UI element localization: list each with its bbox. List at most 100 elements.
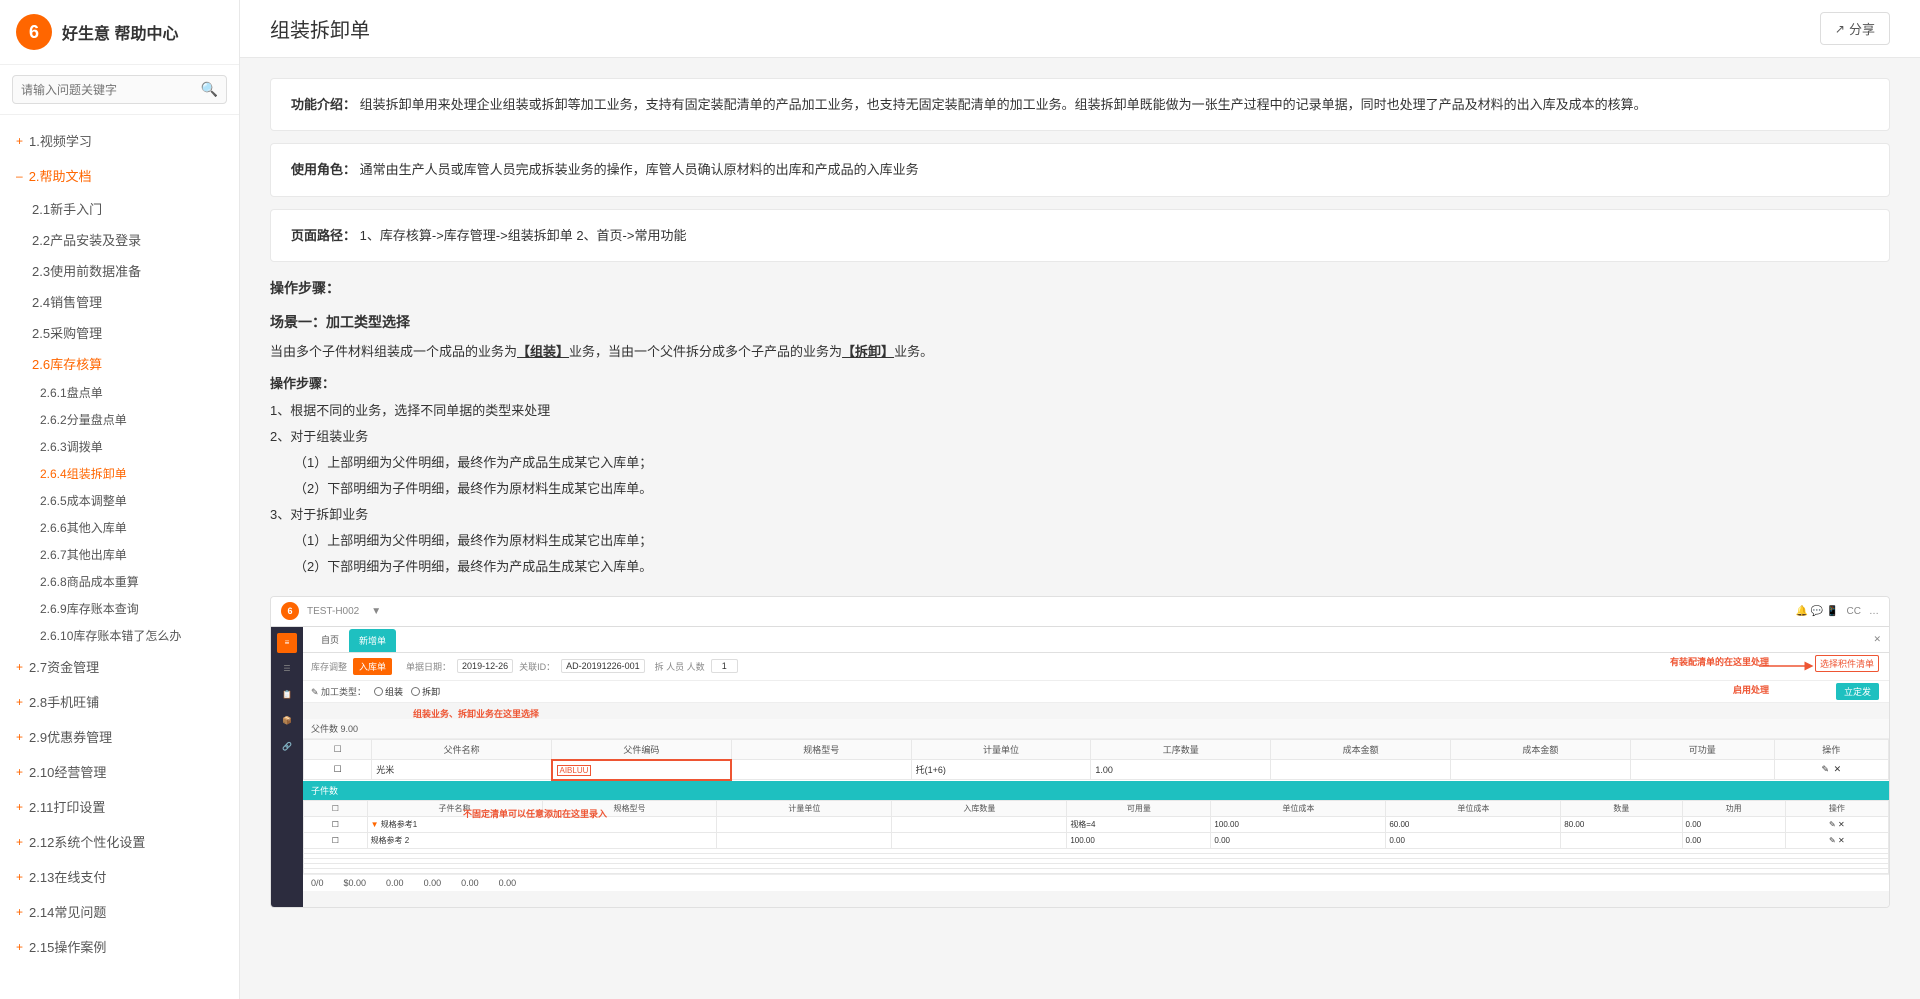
sidebar-item-coupon[interactable]: + 2.9优惠券管理 bbox=[0, 719, 239, 754]
sidebar-item-label: 2.13在线支付 bbox=[29, 867, 106, 886]
mock-main: 自页 新增单 ✕ 库存调整 入库单 单据日期： 2019-12-26 关联ID：… bbox=[303, 627, 1889, 907]
role-label: 使用角色： bbox=[291, 162, 356, 177]
mock-version: ▼ bbox=[371, 606, 381, 617]
sidebar-item-costcalc[interactable]: 2.6.8商品成本重算 bbox=[0, 568, 239, 595]
app-name: 好生意 帮助中心 bbox=[62, 20, 178, 44]
mock-child-label: 子件数 bbox=[311, 784, 338, 797]
mock-footer-total4: 0.00 bbox=[461, 878, 479, 888]
mock-td-spec-1 bbox=[731, 760, 911, 780]
mock-edit-icon-1: ▼ bbox=[371, 820, 379, 829]
sidebar-item-label: 2.帮助文档 bbox=[29, 166, 92, 185]
mock-tab-new[interactable]: 新增单 bbox=[349, 629, 396, 652]
mock-footer-total2: 0.00 bbox=[386, 878, 404, 888]
sidebar-item-sales[interactable]: 2.4销售管理 bbox=[0, 286, 239, 317]
sidebar-item-install[interactable]: 2.2产品安装及登录 bbox=[0, 224, 239, 255]
mock-radio-disassemble[interactable]: 拆卸 bbox=[411, 685, 440, 698]
mock-tab-home[interactable]: 自页 bbox=[311, 628, 349, 651]
sidebar-item-partial[interactable]: 2.6.2分量盘点单 bbox=[0, 406, 239, 433]
sidebar-item-error[interactable]: 2.6.10库存账本错了怎么办 bbox=[0, 622, 239, 649]
mock-child-op-1[interactable]: ✎ ✕ bbox=[1829, 820, 1845, 829]
mock-th-parent-code: 父件编码 bbox=[552, 739, 732, 760]
mock-close-tab[interactable]: ✕ bbox=[1873, 634, 1881, 645]
mock-radio-assemble-input[interactable] bbox=[374, 687, 383, 696]
mock-label-type: ✎ 加工类型： bbox=[311, 685, 366, 698]
sidebar-item-ops[interactable]: + 2.10经营管理 bbox=[0, 754, 239, 789]
mock-assoc-label: 关联ID： bbox=[519, 660, 555, 673]
mock-bom-select[interactable]: 选择积件清单 bbox=[1815, 655, 1879, 672]
mock-th-check: ☐ bbox=[304, 739, 372, 760]
mock-code-input[interactable]: AIBLUU bbox=[557, 765, 592, 776]
mock-parent-table: ☐ 父件名称 父件编码 规格型号 计量单位 工序数量 成本金额 成本金额 可功量 bbox=[303, 739, 1889, 781]
sidebar-item-label: 2.15操作案例 bbox=[29, 937, 106, 956]
step-3-2: （2）下部明细为子件明细，最终作为产成品生成某它入库单。 bbox=[294, 554, 1890, 580]
role-text: 通常由生产人员或库管人员完成拆装业务的操作，库管人员确认原材料的出库和产成品的入… bbox=[360, 162, 919, 177]
mock-child-td-cost2-1: 80.00 bbox=[1561, 816, 1682, 832]
mock-th-parent-name: 父件名称 bbox=[372, 739, 552, 760]
sidebar-item-video[interactable]: + 1.视频学习 bbox=[0, 123, 239, 158]
sidebar-item-transfer[interactable]: 2.6.3调拨单 bbox=[0, 433, 239, 460]
sidebar-item-customize[interactable]: + 2.12系统个性化设置 bbox=[0, 824, 239, 859]
expand-icon: + bbox=[16, 800, 23, 814]
expand-icon: + bbox=[16, 765, 23, 779]
expand-icon: + bbox=[16, 660, 23, 674]
sidebar-item-inventory[interactable]: 2.6库存核算 bbox=[0, 348, 239, 379]
mock-op-edit-1[interactable]: ✎ bbox=[1822, 764, 1830, 774]
sidebar-item-label: 2.8手机旺铺 bbox=[29, 692, 99, 711]
sidebar-item-finance[interactable]: + 2.7资金管理 bbox=[0, 649, 239, 684]
expand-icon: + bbox=[16, 835, 23, 849]
arrow-bom bbox=[1759, 659, 1819, 675]
mock-th-cost1: 成本金额 bbox=[1271, 739, 1451, 760]
mock-child-th-unit: 计量单位 bbox=[717, 800, 892, 816]
mock-user: CC bbox=[1847, 606, 1861, 617]
search-input[interactable] bbox=[21, 83, 201, 97]
sidebar-item-newbie[interactable]: 2.1新手入门 bbox=[0, 193, 239, 224]
screenshot-container: 6 TEST-H002 ▼ 🔔 💬 📱 CC … ≡ ☰ 📋 📦 🔗 bbox=[270, 596, 1890, 908]
mock-btn-new[interactable]: 入库单 bbox=[353, 658, 392, 675]
collapse-icon: – bbox=[16, 169, 23, 183]
mock-child-op-2[interactable]: ✎ ✕ bbox=[1829, 836, 1845, 845]
mock-td-name-1: 光米 bbox=[372, 760, 552, 780]
mock-child-td-check-1: ☐ bbox=[304, 816, 368, 832]
search-area: 🔍 bbox=[0, 65, 239, 115]
sidebar-item-inbound[interactable]: 2.6.6其他入库单 bbox=[0, 514, 239, 541]
mock-child-td-ops-1: ✎ ✕ bbox=[1785, 816, 1888, 832]
mock-td-avail-1 bbox=[1630, 760, 1774, 780]
mock-child-th-unitcost1: 单位成本 bbox=[1211, 800, 1386, 816]
search-box: 🔍 bbox=[12, 75, 227, 104]
scene1-desc: 当由多个子件材料组装成一个成品的业务为【组装】业务，当由一个父件拆分成多个子产品… bbox=[270, 340, 1890, 365]
sidebar-item-cases[interactable]: + 2.15操作案例 bbox=[0, 929, 239, 964]
mock-child-td-func-1: 0.00 bbox=[1682, 816, 1785, 832]
app-logo: 6 bbox=[16, 14, 52, 50]
sidebar-item-cost[interactable]: 2.6.5成本调整单 bbox=[0, 487, 239, 514]
expand-icon: + bbox=[16, 940, 23, 954]
sidebar-item-stocktake[interactable]: 2.6.1盘点单 bbox=[0, 379, 239, 406]
sidebar-item-outbound[interactable]: 2.6.7其他出库单 bbox=[0, 541, 239, 568]
expand-icon: + bbox=[16, 695, 23, 709]
step-2: 2、对于组装业务 bbox=[270, 424, 1890, 450]
sidebar-item-assembly[interactable]: 2.6.4组装拆卸单 bbox=[0, 460, 239, 487]
share-button[interactable]: ↗ 分享 bbox=[1820, 12, 1890, 45]
mock-qty-val: 1 bbox=[711, 659, 738, 673]
mock-radio-assemble[interactable]: 组装 bbox=[374, 685, 403, 698]
sidebar-item-purchase[interactable]: 2.5采购管理 bbox=[0, 317, 239, 348]
sidebar-item-data[interactable]: 2.3使用前数据准备 bbox=[0, 255, 239, 286]
mock-th-avail: 可功量 bbox=[1630, 739, 1774, 760]
sidebar-item-faq[interactable]: + 2.14常见问题 bbox=[0, 894, 239, 929]
search-icon[interactable]: 🔍 bbox=[201, 81, 218, 98]
sidebar-item-mobile[interactable]: + 2.8手机旺铺 bbox=[0, 684, 239, 719]
mock-radio-disassemble-input[interactable] bbox=[411, 687, 420, 696]
mock-child-td-func-2: 0.00 bbox=[1682, 832, 1785, 848]
sidebar-item-online[interactable]: + 2.13在线支付 bbox=[0, 859, 239, 894]
main-content: 组装拆卸单 ↗ 分享 功能介绍： 组装拆卸单用来处理企业组装或拆卸等加工业务，支… bbox=[240, 0, 1920, 999]
sidebar-item-stockcheck[interactable]: 2.6.9库存账本查询 bbox=[0, 595, 239, 622]
sidebar-item-docs[interactable]: – 2.帮助文档 bbox=[0, 158, 239, 193]
mock-th-ops: 操作 bbox=[1774, 739, 1888, 760]
mock-form-status: 库存调整 bbox=[311, 660, 347, 673]
mock-nav-icon-2: ☰ bbox=[277, 659, 297, 679]
mock-child-table-body: ☐ ▼ 规格参考1 视格=4 100.00 60.00 80.00 0.00 bbox=[304, 816, 1889, 873]
mock-op-del-1[interactable]: ✕ bbox=[1834, 764, 1842, 774]
mock-logo: 6 bbox=[281, 602, 299, 620]
mock-enable-btn[interactable]: 立定发 bbox=[1836, 683, 1879, 700]
sidebar-item-print[interactable]: + 2.11打印设置 bbox=[0, 789, 239, 824]
mock-td-cost1-1 bbox=[1271, 760, 1451, 780]
